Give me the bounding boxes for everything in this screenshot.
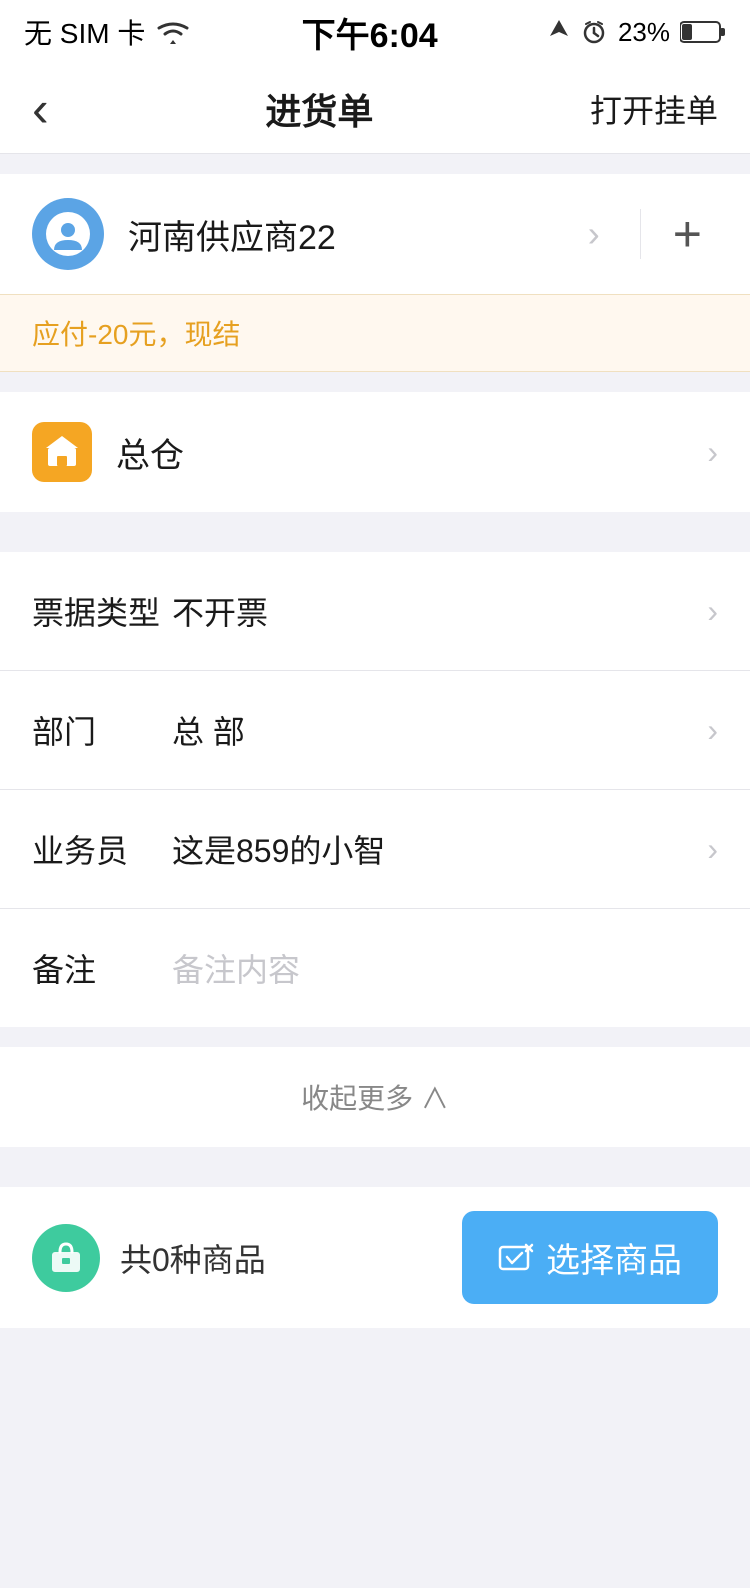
salesperson-chevron-icon: ›: [707, 831, 718, 868]
add-supplier-button[interactable]: +: [657, 205, 718, 263]
remark-input[interactable]: 备注内容: [172, 945, 718, 991]
battery-text: 23%: [618, 17, 670, 48]
page-background: [0, 1328, 750, 1588]
alarm-icon: [580, 18, 608, 46]
department-row[interactable]: 部门 总 部 ›: [0, 671, 750, 790]
department-chevron-icon: ›: [707, 712, 718, 749]
carrier-text: 无 SIM 卡: [24, 12, 145, 52]
supplier-row[interactable]: 河南供应商22 › +: [0, 174, 750, 294]
status-left: 无 SIM 卡: [24, 12, 191, 52]
warehouse-section: 总仓 ›: [0, 392, 750, 512]
select-product-icon: [498, 1243, 534, 1273]
section-gap-1: [0, 154, 750, 174]
notice-bar: 应付-20元，现结: [0, 294, 750, 372]
supplier-name: 河南供应商22: [128, 210, 588, 259]
supplier-divider: [640, 209, 641, 259]
department-value: 总 部: [172, 707, 707, 753]
section-gap-4: [0, 1147, 750, 1167]
supplier-chevron-icon: ›: [588, 213, 600, 255]
section-gap-2: [0, 372, 750, 392]
page-title: 进货单: [265, 83, 373, 135]
nav-bar: ‹ 进货单 打开挂单: [0, 64, 750, 154]
invoice-type-value: 不开票: [172, 588, 707, 634]
salesperson-value: 这是859的小智: [172, 826, 707, 872]
product-icon-wrap: [32, 1224, 100, 1292]
salesperson-row[interactable]: 业务员 这是859的小智 ›: [0, 790, 750, 909]
select-product-button[interactable]: 选择商品: [462, 1211, 718, 1304]
invoice-type-chevron-icon: ›: [707, 593, 718, 630]
product-count-text: 共0种商品: [120, 1235, 462, 1281]
collapse-row[interactable]: 收起更多 ∧: [0, 1047, 750, 1147]
wifi-icon: [155, 18, 191, 46]
department-label: 部门: [32, 707, 172, 753]
status-time: 下午6:04: [302, 8, 438, 57]
invoice-type-label: 票据类型: [32, 588, 172, 634]
salesperson-label: 业务员: [32, 826, 172, 872]
select-product-label: 选择商品: [546, 1233, 682, 1282]
location-icon: [548, 18, 570, 46]
notice-text: 应付-20元，现结: [32, 319, 240, 350]
open-pending-button[interactable]: 打开挂单: [590, 86, 718, 132]
section-gap-3: [0, 512, 750, 532]
form-section: 票据类型 不开票 › 部门 总 部 › 业务员 这是859的小智 › 备注 备注…: [0, 552, 750, 1027]
supplier-section: 河南供应商22 › + 应付-20元，现结: [0, 174, 750, 372]
warehouse-icon-wrap: [32, 422, 92, 482]
collapse-text: 收起更多 ∧: [301, 1077, 449, 1117]
status-right: 23%: [548, 17, 726, 48]
status-bar: 无 SIM 卡 下午6:04 23%: [0, 0, 750, 64]
warehouse-chevron-icon: ›: [707, 434, 718, 471]
warehouse-name: 总仓: [116, 428, 707, 477]
bottom-bar: 共0种商品 选择商品: [0, 1187, 750, 1328]
back-button[interactable]: ‹: [32, 80, 49, 138]
invoice-type-row[interactable]: 票据类型 不开票 ›: [0, 552, 750, 671]
supplier-avatar-icon: [46, 212, 90, 256]
supplier-avatar: [32, 198, 104, 270]
battery-icon: [680, 20, 726, 44]
remark-label: 备注: [32, 945, 172, 991]
remark-row[interactable]: 备注 备注内容: [0, 909, 750, 1027]
warehouse-row[interactable]: 总仓 ›: [0, 392, 750, 512]
